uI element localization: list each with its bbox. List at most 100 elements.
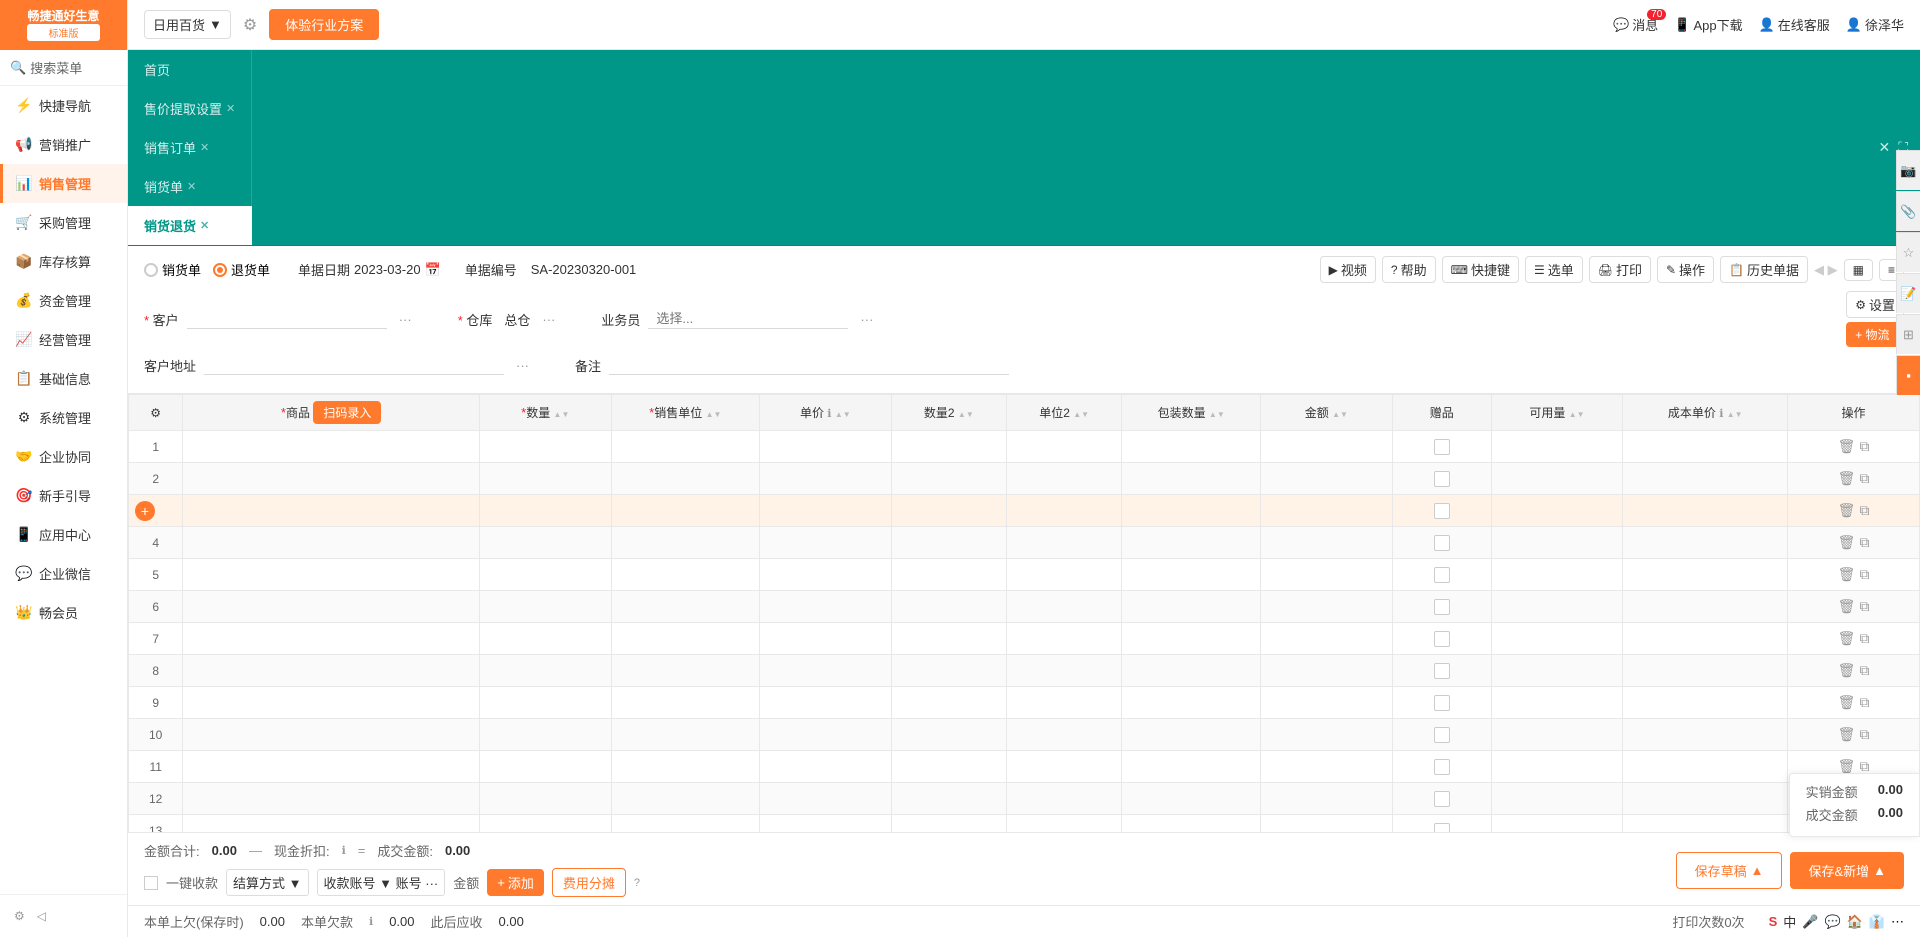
close-window-icon[interactable]: ✕ (1878, 139, 1890, 156)
th-settings[interactable]: ⚙ (129, 395, 183, 431)
gear-icon[interactable]: ⚙ (243, 15, 257, 35)
quick-icon-attachment[interactable]: 📎 (1896, 191, 1920, 231)
sidebar-item-new-guide[interactable]: 🎯新手引导 (0, 476, 127, 515)
copy-row-3[interactable]: ⧉ (1859, 502, 1869, 518)
scan-btn[interactable]: 扫码录入 (313, 401, 381, 424)
sidebar-item-changyou[interactable]: 👑畅会员 (0, 593, 127, 632)
amt-sort[interactable]: ▲▼ (1332, 410, 1348, 419)
collapse-btn[interactable]: ◁ (33, 905, 50, 927)
gift-checkbox-7[interactable] (1434, 631, 1450, 647)
pkg-sort[interactable]: ▲▼ (1209, 410, 1225, 419)
address-input[interactable] (204, 355, 504, 375)
help-btn[interactable]: ? 帮助 (1382, 256, 1436, 283)
tab-sales-order[interactable]: 销售订单✕ (128, 128, 252, 167)
staff-dots[interactable]: ··· (860, 312, 873, 327)
sidebar-item-marketing[interactable]: 📢营销推广 (0, 125, 127, 164)
delete-row-5[interactable]: 🗑 (1838, 566, 1856, 582)
app-download-btn[interactable]: 📱 App下载 (1674, 15, 1742, 34)
address-dots[interactable]: ··· (516, 358, 529, 373)
settle-method-select[interactable]: 结算方式 ▼ (226, 869, 309, 896)
online-service-btn[interactable]: 👤 在线客服 (1759, 15, 1830, 34)
cost-sort[interactable]: ▲▼ (1727, 410, 1743, 419)
sidebar-item-finance[interactable]: 💰资金管理 (0, 281, 127, 320)
tab-close-sales-return[interactable]: ✕ (200, 219, 209, 232)
sidebar-item-basic-info[interactable]: 📋基础信息 (0, 359, 127, 398)
quick-icon-active[interactable]: ▪ (1896, 355, 1920, 395)
s-icon[interactable]: S (1769, 914, 1778, 929)
copy-row-8[interactable]: ⧉ (1859, 662, 1869, 678)
fee-split-btn[interactable]: 费用分摊 (552, 868, 626, 897)
unit-price-info[interactable]: ℹ (827, 408, 831, 420)
delete-row-8[interactable]: 🗑 (1838, 662, 1856, 678)
delete-row-9[interactable]: 🗑 (1838, 694, 1856, 710)
sidebar-item-purchase-mgmt[interactable]: 🛒采购管理 (0, 203, 127, 242)
gift-checkbox-12[interactable] (1434, 791, 1450, 807)
sidebar-item-operations[interactable]: 📈经营管理 (0, 320, 127, 359)
copy-row-10[interactable]: ⧉ (1859, 726, 1869, 742)
delete-row-11[interactable]: 🗑 (1838, 758, 1856, 774)
select-order-btn[interactable]: ☰ 选单 (1525, 256, 1583, 283)
sidebar-item-quick-nav[interactable]: ⚡快捷导航 (0, 86, 127, 125)
fee-help-icon[interactable]: ? (634, 877, 640, 889)
copy-row-5[interactable]: ⧉ (1859, 566, 1869, 582)
gift-checkbox-8[interactable] (1434, 663, 1450, 679)
quick-icon-grid[interactable]: ⊞ (1896, 314, 1920, 354)
delete-row-3[interactable]: 🗑 (1838, 502, 1856, 518)
save-new-btn[interactable]: 保存&新增 ▲ (1790, 852, 1904, 889)
video-btn[interactable]: ▶ 视频 (1320, 256, 1376, 283)
quick-icon-photo[interactable]: 📷 (1896, 150, 1920, 190)
overdue-info-icon[interactable]: ℹ (369, 915, 373, 928)
quick-icon-star[interactable]: ☆ (1896, 232, 1920, 272)
tab-home[interactable]: 首页 (128, 50, 252, 89)
category-select[interactable]: 日用百货 ▼ (144, 10, 231, 39)
qty-sort[interactable]: ▲▼ (554, 410, 570, 419)
warehouse-dots[interactable]: ··· (542, 312, 555, 327)
copy-row-6[interactable]: ⧉ (1859, 598, 1869, 614)
notification-btn[interactable]: 💬 消息 70 (1613, 15, 1658, 34)
save-draft-btn[interactable]: 保存草稿 ▲ (1676, 852, 1783, 889)
experience-btn[interactable]: 体验行业方案 (269, 9, 379, 40)
gift-checkbox-10[interactable] (1434, 727, 1450, 743)
sidebar-item-app-center[interactable]: 📱应用中心 (0, 515, 127, 554)
sidebar-item-enterprise[interactable]: 🤝企业协同 (0, 437, 127, 476)
operate-btn[interactable]: ✎ 操作 (1657, 256, 1714, 283)
tab-price-extract[interactable]: 售价提取设置✕ (128, 89, 252, 128)
grid-view-btn[interactable]: ▦ (1844, 259, 1873, 281)
gift-checkbox-6[interactable] (1434, 599, 1450, 615)
add-row-btn[interactable]: + (135, 501, 155, 521)
more-icon[interactable]: ⋯ (1891, 914, 1904, 930)
gift-checkbox-4[interactable] (1434, 535, 1450, 551)
gift-checkbox-5[interactable] (1434, 567, 1450, 583)
sidebar-item-sales-mgmt[interactable]: 📊销售管理 (0, 164, 127, 203)
chat-icon[interactable]: 💬 (1824, 914, 1840, 930)
copy-row-9[interactable]: ⧉ (1859, 694, 1869, 710)
customer-input[interactable] (187, 309, 387, 329)
delete-row-2[interactable]: 🗑 (1838, 470, 1856, 486)
gift-checkbox-1[interactable] (1434, 439, 1450, 455)
delete-row-7[interactable]: 🗑 (1838, 630, 1856, 646)
shortcut-btn[interactable]: ⌨ 快捷键 (1442, 256, 1519, 283)
staff-input[interactable] (648, 309, 848, 329)
tab-close-sales-order[interactable]: ✕ (200, 141, 209, 154)
copy-row-2[interactable]: ⧉ (1859, 470, 1869, 486)
gift-checkbox-3[interactable] (1434, 503, 1450, 519)
account-select[interactable]: 收款账号 ▼ 账号 ··· (317, 869, 446, 896)
copy-row-7[interactable]: ⧉ (1859, 630, 1869, 646)
tab-sales-delivery[interactable]: 销货单✕ (128, 167, 252, 206)
cost-price-info[interactable]: ℹ (1719, 408, 1723, 420)
copy-row-11[interactable]: ⧉ (1859, 758, 1869, 774)
print-btn[interactable]: 🖨 打印 (1589, 256, 1651, 283)
gift-checkbox-13[interactable] (1434, 823, 1450, 833)
avail-sort[interactable]: ▲▼ (1569, 410, 1585, 419)
delete-row-10[interactable]: 🗑 (1838, 726, 1856, 742)
home-icon[interactable]: 🏠 (1847, 914, 1863, 930)
gift-checkbox-9[interactable] (1434, 695, 1450, 711)
customer-dots[interactable]: ··· (399, 312, 412, 327)
quick-icon-note[interactable]: 📝 (1896, 273, 1920, 313)
user-avatar[interactable]: 👤 徐泽华 (1846, 15, 1904, 34)
gift-checkbox-11[interactable] (1434, 759, 1450, 775)
gift-checkbox-2[interactable] (1434, 471, 1450, 487)
calendar-icon[interactable]: 📅 (425, 262, 441, 278)
copy-row-4[interactable]: ⧉ (1859, 534, 1869, 550)
qty2-sort[interactable]: ▲▼ (958, 410, 974, 419)
